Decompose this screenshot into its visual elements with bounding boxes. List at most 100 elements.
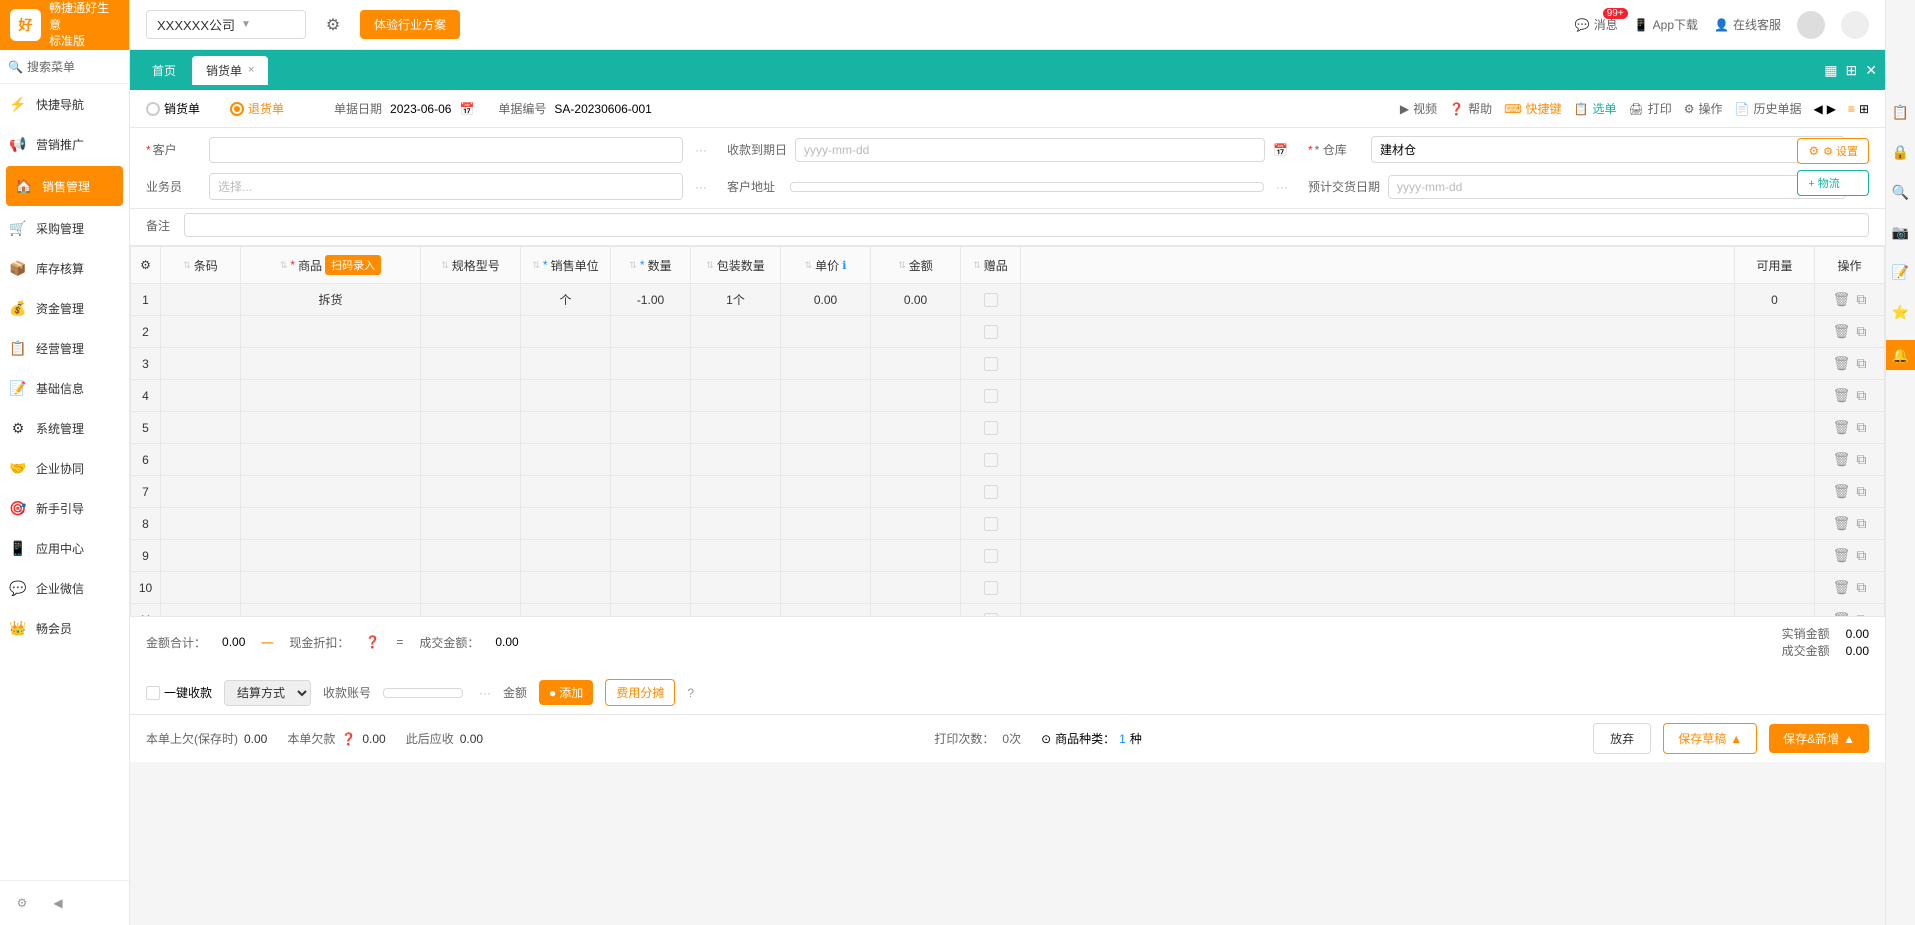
cell-amount[interactable] xyxy=(871,348,961,380)
delete-icon[interactable]: 🗑 xyxy=(1833,451,1851,468)
sidebar-item-wechat[interactable]: 💬 企业微信 xyxy=(0,568,129,608)
save-draft-button[interactable]: 保存草稿 ▲ xyxy=(1663,723,1757,754)
customer-dots[interactable]: ··· xyxy=(695,143,707,157)
radio-return[interactable]: 退货单 xyxy=(230,100,284,117)
message-button[interactable]: 💬 消息 99+ xyxy=(1575,16,1618,33)
sidebar-item-marketing[interactable]: 📢 营销推广 xyxy=(0,124,129,164)
cell-product[interactable] xyxy=(241,412,421,444)
cell-qty[interactable]: -1.00 xyxy=(611,284,691,316)
sort-pkg[interactable]: ⇅ xyxy=(706,260,714,271)
video-btn[interactable]: ▶ 视频 xyxy=(1400,100,1437,117)
cell-barcode[interactable] xyxy=(161,316,241,348)
tab-close-all-icon[interactable]: ✕ xyxy=(1865,62,1877,79)
sidebar-item-funds[interactable]: 💰 资金管理 xyxy=(0,288,129,328)
delete-icon[interactable]: 🗑 xyxy=(1833,355,1851,372)
sidebar-item-quick-nav[interactable]: ⚡ 快捷导航 xyxy=(0,84,129,124)
cell-pkg-qty[interactable] xyxy=(691,476,781,508)
cell-product[interactable] xyxy=(241,380,421,412)
right-panel-icon-5[interactable]: 📝 xyxy=(1889,260,1913,284)
remarks-input[interactable] xyxy=(184,213,1869,237)
cell-unit[interactable] xyxy=(521,508,611,540)
cell-gift[interactable] xyxy=(961,540,1021,572)
customer-addr-input[interactable] xyxy=(790,182,1264,192)
warehouse-input[interactable]: 建材仓 xyxy=(1371,136,1845,163)
cell-product[interactable] xyxy=(241,540,421,572)
calendar-icon[interactable]: 📅 xyxy=(459,102,474,116)
cell-amount[interactable]: 0.00 xyxy=(871,284,961,316)
copy-icon[interactable]: ⧉ xyxy=(1856,387,1866,404)
cell-unit-price[interactable] xyxy=(781,316,871,348)
cell-spec[interactable] xyxy=(421,604,521,617)
cell-unit[interactable] xyxy=(521,572,611,604)
cell-gift[interactable] xyxy=(961,348,1021,380)
delete-icon[interactable]: 🗑 xyxy=(1833,419,1851,436)
collapse-btn[interactable]: ◀ xyxy=(44,889,72,917)
col-gear[interactable]: ⚙ xyxy=(131,247,161,284)
cell-product[interactable] xyxy=(241,572,421,604)
cell-pkg-qty[interactable] xyxy=(691,412,781,444)
cell-amount[interactable] xyxy=(871,380,961,412)
right-panel-icon-1[interactable]: 📋 xyxy=(1889,100,1913,124)
cell-spec[interactable] xyxy=(421,284,521,316)
sidebar-item-app[interactable]: 📱 应用中心 xyxy=(0,528,129,568)
cell-pkg-qty[interactable] xyxy=(691,572,781,604)
cell-spec[interactable] xyxy=(421,348,521,380)
sort-spec[interactable]: ⇅ xyxy=(441,260,449,271)
one-click-payment-checkbox[interactable]: 一键收款 xyxy=(146,684,212,701)
prev-icon[interactable]: ◀ xyxy=(1813,102,1822,116)
cell-unit-price[interactable] xyxy=(781,476,871,508)
cell-product[interactable] xyxy=(241,444,421,476)
operation-btn[interactable]: ⚙ 操作 xyxy=(1684,100,1723,117)
sort-unit[interactable]: ⇅ xyxy=(532,260,540,271)
cell-qty[interactable] xyxy=(611,508,691,540)
sidebar-item-basic[interactable]: 📝 基础信息 xyxy=(0,368,129,408)
delete-icon[interactable]: 🗑 xyxy=(1833,323,1851,340)
cell-product[interactable] xyxy=(241,348,421,380)
cell-spec[interactable] xyxy=(421,316,521,348)
cell-qty[interactable] xyxy=(611,412,691,444)
cell-unit-price[interactable] xyxy=(781,412,871,444)
cell-amount[interactable] xyxy=(871,572,961,604)
delete-icon[interactable]: 🗑 xyxy=(1833,547,1851,564)
copy-icon[interactable]: ⧉ xyxy=(1856,419,1866,436)
delete-icon[interactable]: 🗑 xyxy=(1833,291,1851,308)
cell-qty[interactable] xyxy=(611,380,691,412)
cell-unit-price[interactable]: 0.00 xyxy=(781,284,871,316)
cell-unit[interactable] xyxy=(521,348,611,380)
payment-due-input[interactable]: yyyy-mm-dd xyxy=(795,138,1265,162)
cell-product[interactable] xyxy=(241,508,421,540)
cell-pkg-qty[interactable] xyxy=(691,604,781,617)
sort-product[interactable]: ⇅ xyxy=(280,260,288,271)
tab-layout-icon-1[interactable]: ▦ xyxy=(1824,62,1837,79)
cell-barcode[interactable] xyxy=(161,572,241,604)
copy-icon[interactable]: ⧉ xyxy=(1856,355,1866,372)
tab-home[interactable]: 首页 xyxy=(138,56,190,85)
salesperson-dots[interactable]: ··· xyxy=(695,180,707,194)
cell-spec[interactable] xyxy=(421,476,521,508)
right-panel-icon-6[interactable]: ⭐ xyxy=(1889,300,1913,324)
cell-qty[interactable] xyxy=(611,540,691,572)
cell-unit-price[interactable] xyxy=(781,444,871,476)
cell-qty[interactable] xyxy=(611,316,691,348)
cell-amount[interactable] xyxy=(871,412,961,444)
cell-unit[interactable] xyxy=(521,316,611,348)
expected-date-input[interactable]: yyyy-mm-dd xyxy=(1388,175,1846,199)
print-btn[interactable]: 🖨 打印 xyxy=(1628,100,1671,117)
help-btn[interactable]: ❓ 帮助 xyxy=(1449,100,1492,117)
cell-pkg-qty[interactable] xyxy=(691,508,781,540)
cell-spec[interactable] xyxy=(421,444,521,476)
company-selector[interactable]: XXXXXX公司 ▼ xyxy=(146,10,306,39)
cell-unit-price[interactable] xyxy=(781,540,871,572)
right-panel-icon-4[interactable]: 📷 xyxy=(1889,220,1913,244)
cell-spec[interactable] xyxy=(421,508,521,540)
sort-barcode[interactable]: ⇅ xyxy=(183,260,191,271)
right-panel-icon-7[interactable]: 🔔 xyxy=(1886,340,1915,370)
tab-layout-icon-2[interactable]: ⊞ xyxy=(1846,62,1858,79)
addr-dots[interactable]: ··· xyxy=(1276,180,1288,194)
cell-product[interactable] xyxy=(241,604,421,617)
delete-icon[interactable]: 🗑 xyxy=(1833,579,1851,596)
online-service-button[interactable]: 👤 在线客服 xyxy=(1714,16,1781,33)
sidebar-search[interactable]: 🔍 搜索菜单 xyxy=(0,50,129,84)
cell-qty[interactable] xyxy=(611,348,691,380)
cell-barcode[interactable] xyxy=(161,380,241,412)
